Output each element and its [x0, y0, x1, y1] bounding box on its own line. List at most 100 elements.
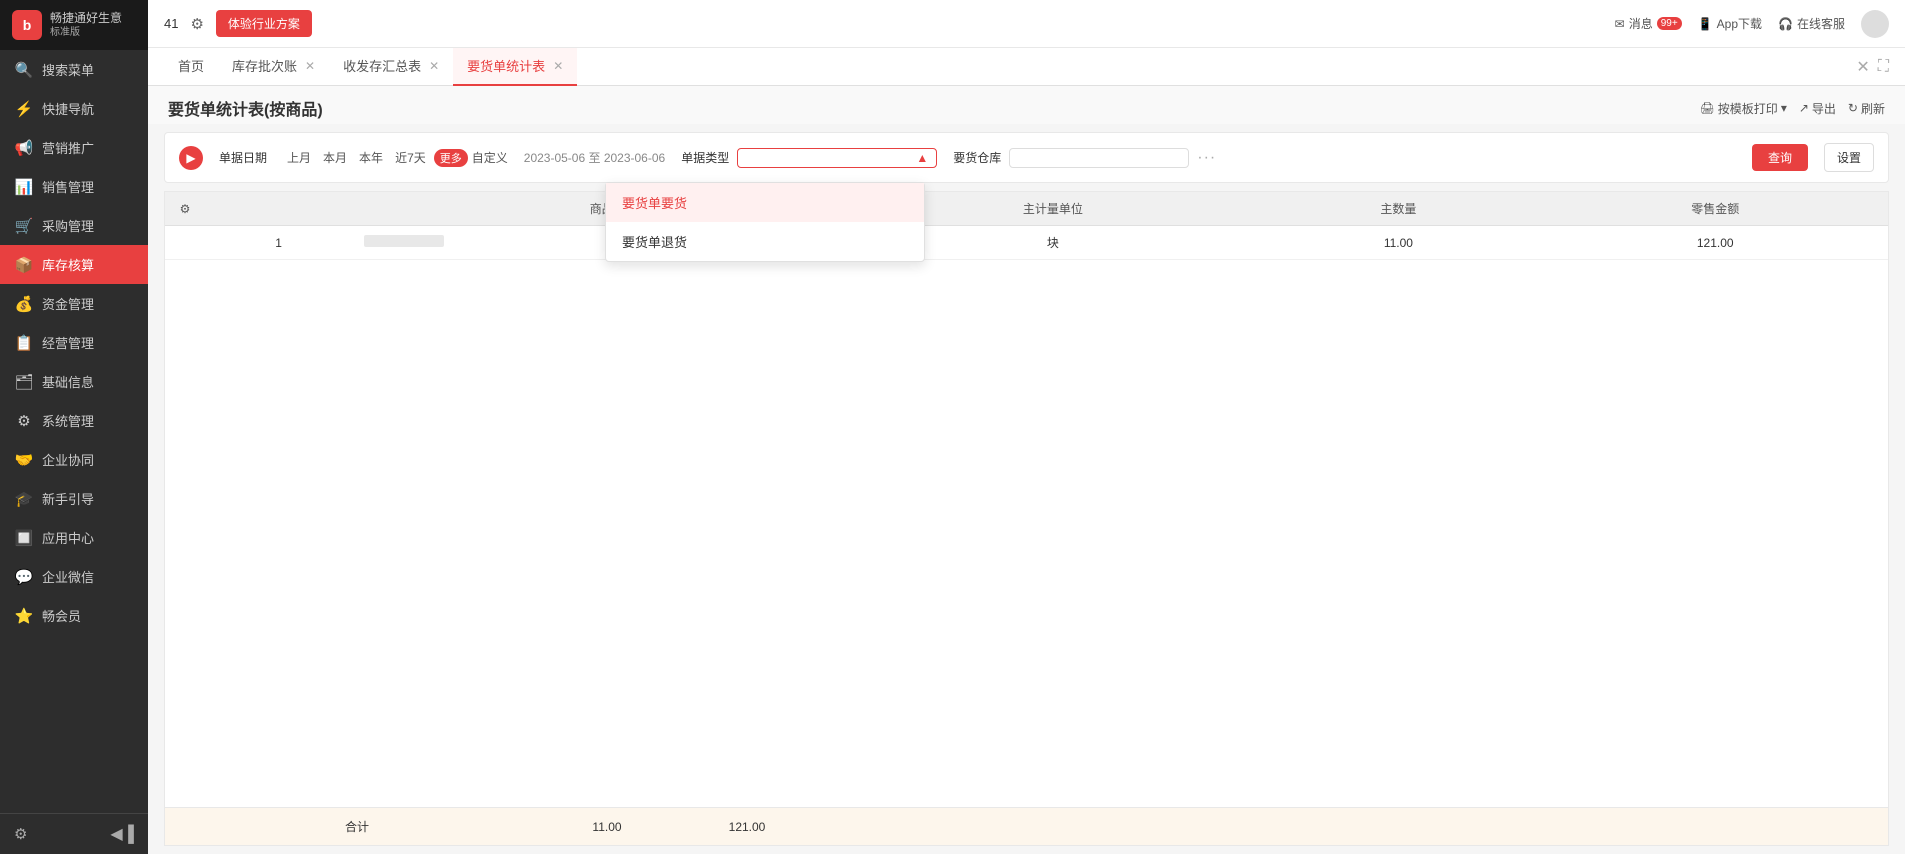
- collab-icon: 🤝: [14, 451, 34, 469]
- tab-label-receivable: 收发存汇总表: [343, 56, 421, 75]
- warehouse-filter-input[interactable]: [1009, 148, 1189, 168]
- sidebar-item-business[interactable]: 📋 经营管理: [0, 323, 148, 362]
- sidebar-item-guide[interactable]: 🎓 新手引导: [0, 479, 148, 518]
- row-no: 1: [205, 226, 352, 260]
- sidebar-item-label-quick-nav: 快捷导航: [42, 99, 94, 118]
- tab-close-order-stat[interactable]: ✕: [553, 59, 563, 73]
- tab-receivable[interactable]: 收发存汇总表 ✕: [329, 48, 453, 86]
- col-qty: 主数量: [1254, 192, 1542, 226]
- industry-button[interactable]: 体验行业方案: [216, 10, 312, 37]
- sidebar-item-inventory[interactable]: 📦 库存核算: [0, 245, 148, 284]
- sidebar-item-marketing[interactable]: 📢 营销推广: [0, 128, 148, 167]
- period-this-year-button[interactable]: 本年: [355, 147, 387, 168]
- wechat-icon: 💬: [14, 568, 34, 586]
- user-avatar[interactable]: [1861, 10, 1889, 38]
- topbar-gear-icon[interactable]: ⚙: [190, 15, 203, 33]
- period-this-month-button[interactable]: 本月: [319, 147, 351, 168]
- tab-order-stat[interactable]: 要货单统计表 ✕: [453, 48, 577, 86]
- export-button[interactable]: ↗ 导出: [1799, 100, 1836, 117]
- sidebar-item-basic[interactable]: 🗂 基础信息: [0, 362, 148, 401]
- tab-home[interactable]: 首页: [164, 48, 218, 86]
- date-range-display: 2023-05-06 至 2023-06-06: [524, 149, 665, 166]
- sidebar: b 畅捷通好生意 标准版 🔍 搜索菜单⚡ 快捷导航📢 营销推广📊 销售管理🛒 采…: [0, 0, 148, 854]
- printer-icon: 🖨: [1700, 101, 1715, 115]
- footer-total-qty: 11.00: [537, 820, 677, 834]
- row-qty: 11.00: [1254, 226, 1542, 260]
- period-last-month-button[interactable]: 上月: [283, 147, 315, 168]
- type-filter-input[interactable]: [746, 151, 916, 165]
- type-dropdown-arrow-icon[interactable]: ▲: [916, 151, 928, 165]
- type-filter-label: 单据类型: [681, 149, 729, 166]
- sidebar-item-collab[interactable]: 🤝 企业协同: [0, 440, 148, 479]
- sidebar-item-label-wechat: 企业微信: [42, 567, 94, 586]
- sidebar-logo: b: [12, 10, 42, 40]
- topbar-message[interactable]: ✉ 消息 99+: [1615, 15, 1682, 32]
- sidebar-item-search[interactable]: 🔍 搜索菜单: [0, 50, 148, 89]
- sidebar-item-apps[interactable]: 🔲 应用中心: [0, 518, 148, 557]
- table-row: 1 块 11.00 121.00: [165, 226, 1888, 260]
- system-icon: ⚙: [14, 412, 34, 430]
- query-button[interactable]: 查询: [1752, 144, 1808, 171]
- template-print-button[interactable]: 🖨 按模板打印 ▾: [1700, 100, 1787, 117]
- message-icon: ✉: [1615, 17, 1625, 31]
- sidebar-item-system[interactable]: ⚙ 系统管理: [0, 401, 148, 440]
- page-header-actions: 🖨 按模板打印 ▾ ↗ 导出 ↻ 刷新: [1700, 100, 1885, 117]
- tab-batch[interactable]: 库存批次账 ✕: [218, 48, 329, 86]
- row-gear-icon[interactable]: [165, 226, 205, 260]
- tab-label-batch: 库存批次账: [232, 56, 297, 75]
- topbar-customer-service[interactable]: 🎧 在线客服: [1778, 15, 1845, 32]
- sidebar-item-quick-nav[interactable]: ⚡ 快捷导航: [0, 89, 148, 128]
- col-amount: 零售金额: [1542, 192, 1888, 226]
- dropdown-item-order-request[interactable]: 要货单要货: [606, 183, 924, 222]
- type-dropdown: 要货单要货要货单退货: [605, 182, 925, 262]
- sidebar-item-finance[interactable]: 💰 资金管理: [0, 284, 148, 323]
- sidebar-item-wechat[interactable]: 💬 企业微信: [0, 557, 148, 596]
- topbar-app-download[interactable]: 📱 App下载: [1698, 15, 1762, 32]
- page-header: 要货单统计表(按商品) 🖨 按模板打印 ▾ ↗ 导出 ↻ 刷新: [148, 86, 1905, 124]
- maximize-window-button[interactable]: ⛶: [1878, 58, 1889, 76]
- col-settings[interactable]: ⚙: [165, 192, 205, 226]
- headset-icon: 🎧: [1778, 17, 1793, 31]
- sales-icon: 📊: [14, 178, 34, 196]
- sidebar-settings-icon[interactable]: ⚙: [14, 825, 27, 843]
- quick-nav-icon: ⚡: [14, 100, 34, 118]
- sidebar-item-member[interactable]: ⭐ 畅会员: [0, 596, 148, 635]
- topbar-left: 41 ⚙ 体验行业方案: [164, 10, 312, 37]
- tab-label-home: 首页: [178, 56, 204, 75]
- close-window-button[interactable]: ✕: [1856, 57, 1869, 77]
- tabs-window-buttons: ✕ ⛶: [1856, 57, 1889, 77]
- sidebar-item-label-marketing: 营销推广: [42, 138, 94, 157]
- col-no: [205, 192, 352, 226]
- sidebar-item-label-finance: 资金管理: [42, 294, 94, 313]
- refresh-icon: ↻: [1848, 101, 1858, 115]
- main-content: 41 ⚙ 体验行业方案 ✉ 消息 99+ 📱 App下载 🎧 在线客服 首页库存…: [148, 0, 1905, 854]
- period-7days-button[interactable]: 近7天: [391, 147, 430, 168]
- table-footer: 合计 11.00 121.00: [164, 808, 1889, 846]
- tab-close-batch[interactable]: ✕: [305, 59, 315, 73]
- data-table: ⚙ 商品 主计量单位 主数量 零售金额 1 块 11.00 121.00: [165, 192, 1888, 260]
- sidebar-item-purchase[interactable]: 🛒 采购管理: [0, 206, 148, 245]
- sidebar-item-sales[interactable]: 📊 销售管理: [0, 167, 148, 206]
- period-custom-button[interactable]: 自定义: [472, 149, 508, 166]
- refresh-button[interactable]: ↻ 刷新: [1848, 100, 1885, 117]
- data-table-container: ⚙ 商品 主计量单位 主数量 零售金额 1 块 11.00 121.00: [164, 191, 1889, 808]
- sidebar-nav: 🔍 搜索菜单⚡ 快捷导航📢 营销推广📊 销售管理🛒 采购管理📦 库存核算💰 资金…: [0, 50, 148, 813]
- basic-icon: 🗂: [14, 373, 34, 391]
- sidebar-item-label-member: 畅会员: [42, 606, 81, 625]
- filter-expand-button[interactable]: ▶: [179, 146, 203, 170]
- sidebar-item-label-inventory: 库存核算: [42, 255, 94, 274]
- tab-label-order-stat: 要货单统计表: [467, 56, 545, 75]
- tab-close-receivable[interactable]: ✕: [429, 59, 439, 73]
- warehouse-filter-group: 要货仓库 ···: [953, 148, 1216, 168]
- footer-total-amount: 121.00: [677, 820, 817, 834]
- page-title: 要货单统计表(按商品): [168, 96, 323, 120]
- filter-settings-button[interactable]: 设置: [1824, 143, 1874, 172]
- sidebar-item-label-guide: 新手引导: [42, 489, 94, 508]
- filter-more-options-icon[interactable]: ···: [1197, 149, 1216, 167]
- period-more-button[interactable]: 更多: [434, 149, 468, 167]
- dropdown-item-order-return[interactable]: 要货单退货: [606, 222, 924, 261]
- type-filter-input-wrap[interactable]: ▲: [737, 148, 937, 168]
- warehouse-filter-label: 要货仓库: [953, 149, 1001, 166]
- sidebar-item-label-search: 搜索菜单: [42, 60, 94, 79]
- sidebar-collapse-button[interactable]: ◀▐: [110, 824, 134, 844]
